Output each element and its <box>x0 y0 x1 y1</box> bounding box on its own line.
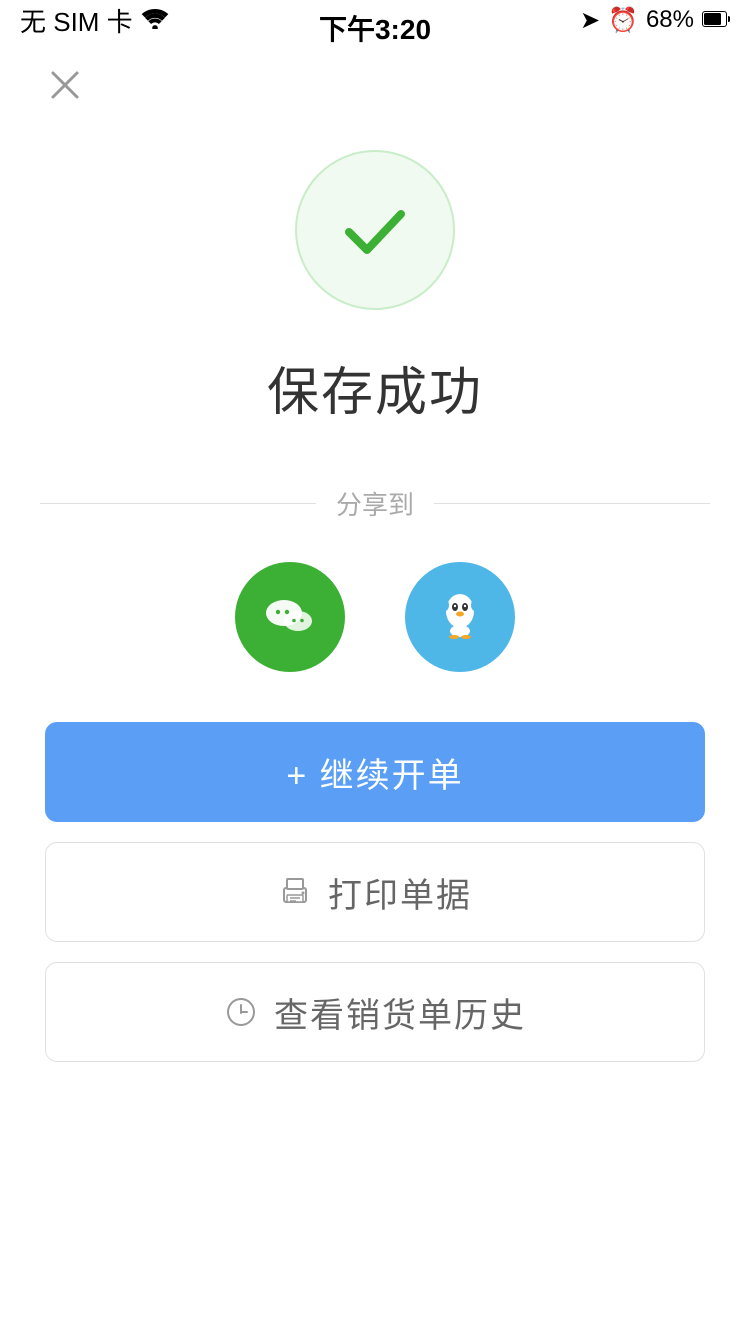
share-icons <box>235 562 515 672</box>
wechat-share-button[interactable] <box>235 562 345 672</box>
qq-share-button[interactable] <box>405 562 515 672</box>
battery-text: 68% <box>646 6 694 34</box>
close-button[interactable] <box>40 60 90 110</box>
qq-icon <box>428 585 492 649</box>
carrier-text: 无 SIM 卡 <box>20 2 133 39</box>
wifi-icon <box>141 5 169 36</box>
print-button[interactable]: 打印单据 <box>45 842 705 942</box>
battery-icon <box>702 6 730 34</box>
status-bar: 无 SIM 卡 下午3:20 ➤ ⏰ 68% <box>0 0 750 40</box>
history-label: 查看销货单历史 <box>274 988 526 1037</box>
success-title: 保存成功 <box>267 350 483 425</box>
action-buttons: + 继续开单 打印单据 查看销货单历史 <box>45 722 705 1062</box>
history-icon <box>224 995 258 1029</box>
status-left: 无 SIM 卡 <box>20 2 169 39</box>
status-right: ➤ ⏰ 68% <box>580 6 730 35</box>
share-label: 分享到 <box>316 485 434 522</box>
status-time: 下午3:20 <box>319 8 431 48</box>
continue-button[interactable]: + 继续开单 <box>45 722 705 822</box>
success-icon-circle <box>295 150 455 310</box>
divider-left <box>40 503 316 504</box>
print-icon <box>278 875 312 909</box>
divider-right <box>434 503 710 504</box>
main-content: 保存成功 分享到 <box>0 40 750 1334</box>
alarm-icon: ⏰ <box>608 6 638 35</box>
share-section: 分享到 <box>0 485 750 672</box>
history-button[interactable]: 查看销货单历史 <box>45 962 705 1062</box>
checkmark-icon <box>335 190 415 270</box>
location-icon: ➤ <box>580 6 600 35</box>
wechat-icon <box>258 585 322 649</box>
share-divider: 分享到 <box>0 485 750 522</box>
print-label: 打印单据 <box>328 868 472 917</box>
